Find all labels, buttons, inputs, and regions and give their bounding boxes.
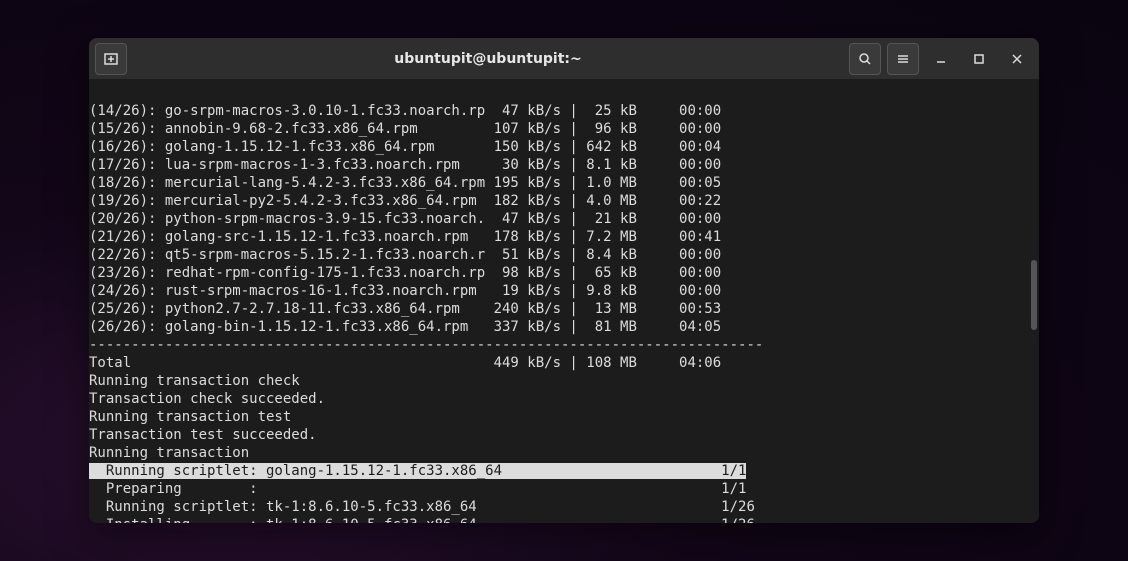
new-tab-button[interactable] bbox=[95, 43, 127, 75]
terminal-body[interactable]: (14/26): go-srpm-macros-3.0.10-1.fc33.no… bbox=[89, 80, 1039, 523]
search-icon bbox=[857, 51, 873, 67]
maximize-button[interactable] bbox=[963, 43, 995, 75]
close-icon bbox=[1009, 51, 1025, 67]
download-line: (22/26): qt5-srpm-macros-5.15.2-1.fc33.n… bbox=[89, 247, 721, 263]
download-line: (23/26): redhat-rpm-config-175-1.fc33.no… bbox=[89, 265, 721, 281]
download-line: (26/26): golang-bin-1.15.12-1.fc33.x86_6… bbox=[89, 319, 721, 335]
transaction-line: Preparing : 1/1 bbox=[89, 481, 746, 497]
status-line: Running transaction bbox=[89, 445, 249, 461]
maximize-icon bbox=[971, 51, 987, 67]
download-line: (17/26): lua-srpm-macros-1-3.fc33.noarch… bbox=[89, 157, 721, 173]
download-line: (19/26): mercurial-py2-5.4.2-3.fc33.x86_… bbox=[89, 193, 721, 209]
terminal-window: ubuntupit@ubuntupit:~ (14/26): go-srpm-m… bbox=[89, 38, 1039, 523]
download-line: (20/26): python-srpm-macros-3.9-15.fc33.… bbox=[89, 211, 721, 227]
window-title: ubuntupit@ubuntupit:~ bbox=[133, 51, 843, 67]
search-button[interactable] bbox=[849, 43, 881, 75]
download-line: (18/26): mercurial-lang-5.4.2-3.fc33.x86… bbox=[89, 175, 721, 191]
menu-button[interactable] bbox=[887, 43, 919, 75]
transaction-line: Running scriptlet: tk-1:8.6.10-5.fc33.x8… bbox=[89, 499, 755, 515]
download-line: (15/26): annobin-9.68-2.fc33.x86_64.rpm … bbox=[89, 121, 721, 137]
minimize-button[interactable] bbox=[925, 43, 957, 75]
status-line: Transaction test succeeded. bbox=[89, 427, 317, 443]
download-line: (24/26): rust-srpm-macros-16-1.fc33.noar… bbox=[89, 283, 721, 299]
separator-line: ----------------------------------------… bbox=[89, 337, 763, 353]
titlebar: ubuntupit@ubuntupit:~ bbox=[89, 38, 1039, 80]
transaction-line: Installing : tk-1:8.6.10-5.fc33.x86_64 1… bbox=[89, 517, 755, 523]
download-line: (16/26): golang-1.15.12-1.fc33.x86_64.rp… bbox=[89, 139, 721, 155]
highlighted-line: Running scriptlet: golang-1.15.12-1.fc33… bbox=[89, 463, 746, 479]
close-button[interactable] bbox=[1001, 43, 1033, 75]
new-tab-icon bbox=[103, 51, 119, 67]
terminal-output: (14/26): go-srpm-macros-3.0.10-1.fc33.no… bbox=[89, 84, 1035, 523]
status-line: Running transaction test bbox=[89, 409, 291, 425]
total-line: Total 449 kB/s | 108 MB 04:06 bbox=[89, 355, 721, 371]
scrollbar-thumb[interactable] bbox=[1031, 260, 1037, 330]
download-line: (25/26): python2.7-2.7.18-11.fc33.x86_64… bbox=[89, 301, 721, 317]
status-line: Transaction check succeeded. bbox=[89, 391, 325, 407]
download-line: (21/26): golang-src-1.15.12-1.fc33.noarc… bbox=[89, 229, 721, 245]
minimize-icon bbox=[933, 51, 949, 67]
status-line: Running transaction check bbox=[89, 373, 300, 389]
hamburger-icon bbox=[895, 51, 911, 67]
download-line: (14/26): go-srpm-macros-3.0.10-1.fc33.no… bbox=[89, 103, 721, 119]
